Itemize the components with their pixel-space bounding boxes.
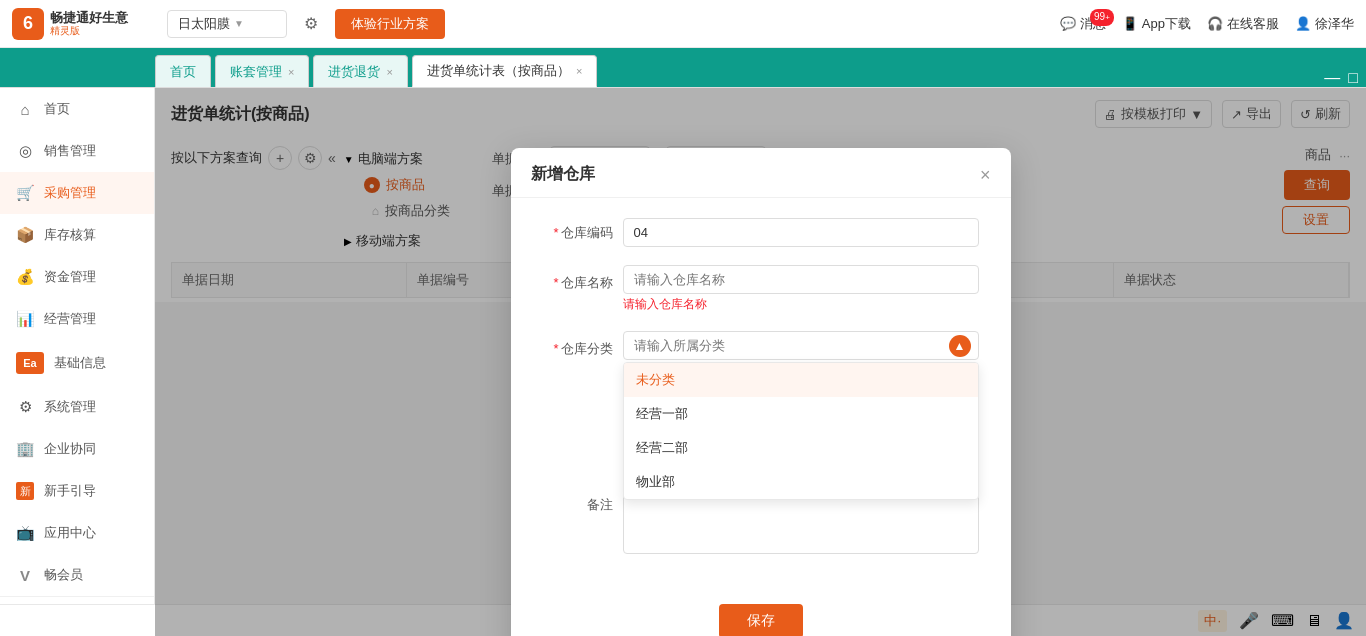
content-area: 进货单统计(按商品) 🖨 按模板打印 ▼ ↗ 导出 ↺ 刷新 (155, 88, 1366, 636)
tab-maximize-icon[interactable]: □ (1348, 69, 1358, 87)
header-right: 💬 消息 99+ 📱 App下载 🎧 在线客服 👤 徐泽华 (1060, 15, 1354, 33)
modal-footer: 保存 (511, 592, 1011, 636)
sidebar-item-label: 基础信息 (54, 354, 106, 372)
sidebar-item-home[interactable]: ⌂ 首页 (0, 88, 154, 130)
note-label: 备注 (543, 490, 623, 514)
sidebar-item-finance[interactable]: 💰 资金管理 (0, 256, 154, 298)
form-row-name: 仓库名称 请输入仓库名称 (543, 265, 979, 313)
settings-icon[interactable]: ⚙ (295, 8, 327, 40)
category-select-wrapper: ▲ 未分类 经营一部 经营二部 物业部 (623, 331, 979, 360)
warehouse-name-input[interactable] (623, 265, 979, 294)
user-icon: 👤 (1295, 16, 1311, 31)
modal-body: 仓库编码 仓库名称 请输入仓库名称 (511, 198, 1011, 592)
message-badge: 99+ (1090, 9, 1114, 26)
sidebar-item-sales[interactable]: ◎ 销售管理 (0, 130, 154, 172)
tab-purchase-stat-label: 进货单统计表（按商品） (427, 62, 570, 80)
tab-accounts-label: 账套管理 (230, 63, 282, 81)
chevron-down-icon: ▼ (234, 18, 244, 29)
sidebar-item-label: 应用中心 (44, 524, 96, 542)
sidebar-item-basic[interactable]: Ea 基础信息 (0, 340, 154, 386)
warehouse-category-input[interactable] (623, 331, 979, 360)
sidebar-item-label: 首页 (44, 100, 70, 118)
sidebar-item-label: 畅会员 (44, 566, 83, 584)
app-download-item[interactable]: 📱 App下载 (1122, 15, 1191, 33)
sidebar-item-label: 采购管理 (44, 184, 96, 202)
modal-title: 新增仓库 (531, 164, 595, 185)
sidebar-item-purchase[interactable]: 🛒 采购管理 (0, 172, 154, 214)
phone-icon: 📱 (1122, 16, 1138, 31)
name-error-message: 请输入仓库名称 (623, 296, 707, 313)
logo-area: 6 畅捷通好生意 精灵版 (12, 8, 167, 40)
user-item[interactable]: 👤 徐泽华 (1295, 15, 1354, 33)
warehouse-code-label: 仓库编码 (543, 218, 623, 242)
system-icon: ⚙ (16, 398, 34, 416)
tab-bar-actions: — □ (1324, 69, 1366, 87)
main-layout: ⌂ 首页 ◎ 销售管理 🛒 采购管理 📦 库存核算 💰 资金管理 📊 经营管理 … (0, 88, 1366, 636)
tab-home[interactable]: 首页 (155, 55, 211, 87)
dropdown-item-property[interactable]: 物业部 (624, 465, 978, 499)
sidebar-item-label: 企业协同 (44, 440, 96, 458)
sidebar-item-label: 新手引导 (44, 482, 96, 500)
modal-save-button[interactable]: 保存 (719, 604, 803, 636)
modal-overlay: 新增仓库 × 仓库编码 仓库名称 (155, 88, 1366, 636)
warehouse-name-label: 仓库名称 (543, 268, 623, 292)
sidebar: ⌂ 首页 ◎ 销售管理 🛒 采购管理 📦 库存核算 💰 资金管理 📊 经营管理 … (0, 88, 155, 636)
warehouse-category-label: 仓库分类 (543, 334, 623, 358)
trial-button[interactable]: 体验行业方案 (335, 9, 445, 39)
sidebar-item-label: 资金管理 (44, 268, 96, 286)
sidebar-item-guide[interactable]: 新 新手引导 (0, 470, 154, 512)
sidebar-item-enterprise[interactable]: 🏢 企业协同 (0, 428, 154, 470)
logo-text: 畅捷通好生意 精灵版 (50, 10, 128, 38)
form-row-category: 仓库分类 ▲ 未分类 经营一部 经营二部 物业部 (543, 331, 979, 360)
sidebar-item-system[interactable]: ⚙ 系统管理 (0, 386, 154, 428)
sidebar-item-label: 库存核算 (44, 226, 96, 244)
category-arrow-icon[interactable]: ▲ (949, 335, 971, 357)
logo-icon: 6 (12, 8, 44, 40)
dropdown-item-dept2[interactable]: 经营二部 (624, 431, 978, 465)
online-service-item[interactable]: 🎧 在线客服 (1207, 15, 1279, 33)
sidebar-item-label: 销售管理 (44, 142, 96, 160)
finance-icon: 💰 (16, 268, 34, 286)
sales-icon: ◎ (16, 142, 34, 160)
tab-minimize-icon[interactable]: — (1324, 69, 1340, 87)
guide-icon: 新 (16, 482, 34, 500)
apps-icon: 📺 (16, 524, 34, 542)
dropdown-item-dept1[interactable]: 经营一部 (624, 397, 978, 431)
sidebar-item-member[interactable]: V 畅会员 (0, 554, 154, 596)
home-icon: ⌂ (16, 100, 34, 118)
dropdown-item-uncategorized[interactable]: 未分类 (624, 363, 978, 397)
sidebar-item-label: 经营管理 (44, 310, 96, 328)
headset-icon: 🎧 (1207, 16, 1223, 31)
tab-accounts[interactable]: 账套管理 × (215, 55, 309, 87)
enterprise-icon: 🏢 (16, 440, 34, 458)
modal-header: 新增仓库 × (511, 148, 1011, 198)
tab-purchase-return-label: 进货退货 (328, 63, 380, 81)
category-dropdown: 未分类 经营一部 经营二部 物业部 (623, 362, 979, 500)
ea-icon: Ea (16, 352, 44, 374)
inventory-icon: 📦 (16, 226, 34, 244)
tab-purchase-return[interactable]: 进货退货 × (313, 55, 407, 87)
company-selector[interactable]: 日太阳膜 ▼ (167, 10, 287, 38)
sidebar-item-apps[interactable]: 📺 应用中心 (0, 512, 154, 554)
tab-purchase-stat[interactable]: 进货单统计表（按商品） × (412, 55, 597, 87)
tab-purchase-return-close[interactable]: × (386, 66, 392, 78)
warehouse-code-input[interactable] (623, 218, 979, 247)
message-item[interactable]: 💬 消息 99+ (1060, 15, 1106, 33)
tab-purchase-stat-close[interactable]: × (576, 65, 582, 77)
form-row-code: 仓库编码 (543, 218, 979, 247)
operation-icon: 📊 (16, 310, 34, 328)
tab-bar: 首页 账套管理 × 进货退货 × 进货单统计表（按商品） × — □ (0, 48, 1366, 88)
sidebar-item-inventory[interactable]: 📦 库存核算 (0, 214, 154, 256)
member-icon: V (16, 566, 34, 584)
modal-close-button[interactable]: × (980, 166, 991, 184)
sidebar-item-label: 系统管理 (44, 398, 96, 416)
purchase-icon: 🛒 (16, 184, 34, 202)
message-icon: 💬 (1060, 16, 1076, 31)
sidebar-item-operation[interactable]: 📊 经营管理 (0, 298, 154, 340)
new-warehouse-modal: 新增仓库 × 仓库编码 仓库名称 (511, 148, 1011, 636)
tab-home-label: 首页 (170, 63, 196, 81)
top-header: 6 畅捷通好生意 精灵版 日太阳膜 ▼ ⚙ 体验行业方案 💬 消息 99+ 📱 … (0, 0, 1366, 48)
tab-accounts-close[interactable]: × (288, 66, 294, 78)
